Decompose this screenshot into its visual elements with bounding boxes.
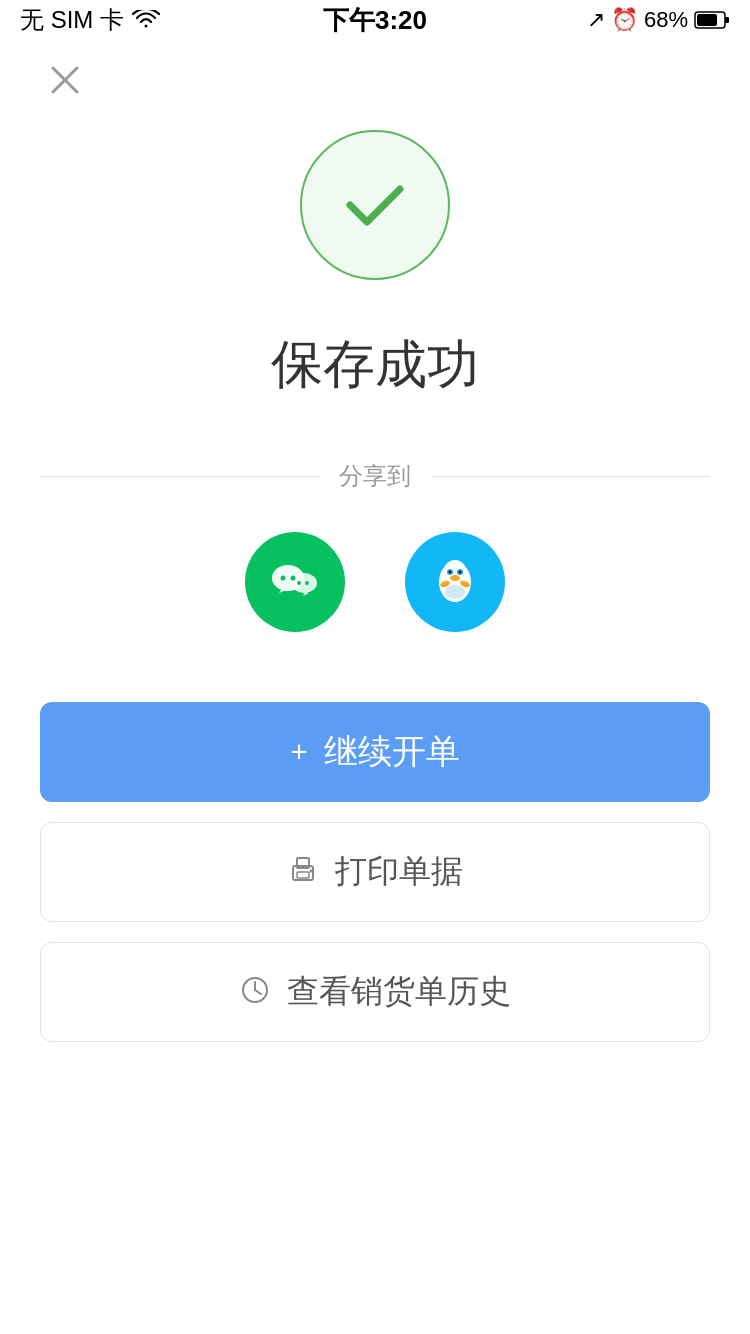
svg-point-7 — [281, 576, 286, 581]
svg-point-10 — [305, 581, 309, 585]
alarm-icon: ⏰ — [611, 7, 638, 33]
qq-icon — [425, 552, 485, 612]
location-icon: ↗ — [587, 7, 605, 33]
main-content: 保存成功 分享到 — [0, 40, 750, 1072]
battery-icon — [694, 10, 730, 30]
svg-line-27 — [255, 990, 261, 994]
svg-point-16 — [459, 571, 462, 574]
svg-point-15 — [449, 571, 452, 574]
svg-point-8 — [291, 576, 296, 581]
svg-rect-2 — [697, 14, 717, 26]
battery-label: 68% — [644, 7, 688, 33]
success-title: 保存成功 — [271, 330, 479, 400]
svg-point-24 — [310, 869, 313, 872]
print-label: 打印单据 — [335, 850, 463, 894]
svg-rect-23 — [297, 872, 309, 878]
close-button[interactable] — [40, 55, 90, 105]
continue-order-label: 继续开单 — [324, 729, 460, 775]
share-divider-row: 分享到 — [40, 460, 710, 492]
continue-order-button[interactable]: + 继续开单 — [40, 702, 710, 802]
status-left: 无 SIM 卡 — [20, 4, 160, 36]
status-time: 下午3:20 — [323, 3, 427, 38]
action-buttons: + 继续开单 打印单据 — [40, 702, 710, 1042]
success-circle — [300, 130, 450, 280]
history-label: 查看销货单历史 — [287, 970, 511, 1014]
printer-icon — [287, 854, 319, 891]
svg-point-17 — [450, 575, 460, 581]
plus-icon: + — [290, 737, 308, 767]
status-right: ↗ ⏰ 68% — [587, 7, 730, 33]
svg-rect-1 — [725, 17, 729, 23]
wifi-icon — [132, 10, 160, 30]
share-section: 分享到 — [40, 460, 710, 632]
svg-point-20 — [445, 585, 465, 599]
clock-icon — [239, 974, 271, 1011]
print-button[interactable]: 打印单据 — [40, 822, 710, 922]
share-icons-row — [40, 532, 710, 632]
qq-share-button[interactable] — [405, 532, 505, 632]
wechat-icon — [266, 553, 324, 611]
svg-point-6 — [291, 573, 317, 593]
close-icon — [49, 64, 81, 96]
share-label: 分享到 — [339, 460, 411, 492]
checkmark-icon — [335, 165, 415, 245]
divider-right — [431, 476, 710, 477]
svg-point-9 — [297, 581, 301, 585]
history-button[interactable]: 查看销货单历史 — [40, 942, 710, 1042]
status-bar: 无 SIM 卡 下午3:20 ↗ ⏰ 68% — [0, 0, 750, 40]
sim-label: 无 SIM 卡 — [20, 4, 124, 36]
wechat-share-button[interactable] — [245, 532, 345, 632]
divider-left — [40, 476, 319, 477]
